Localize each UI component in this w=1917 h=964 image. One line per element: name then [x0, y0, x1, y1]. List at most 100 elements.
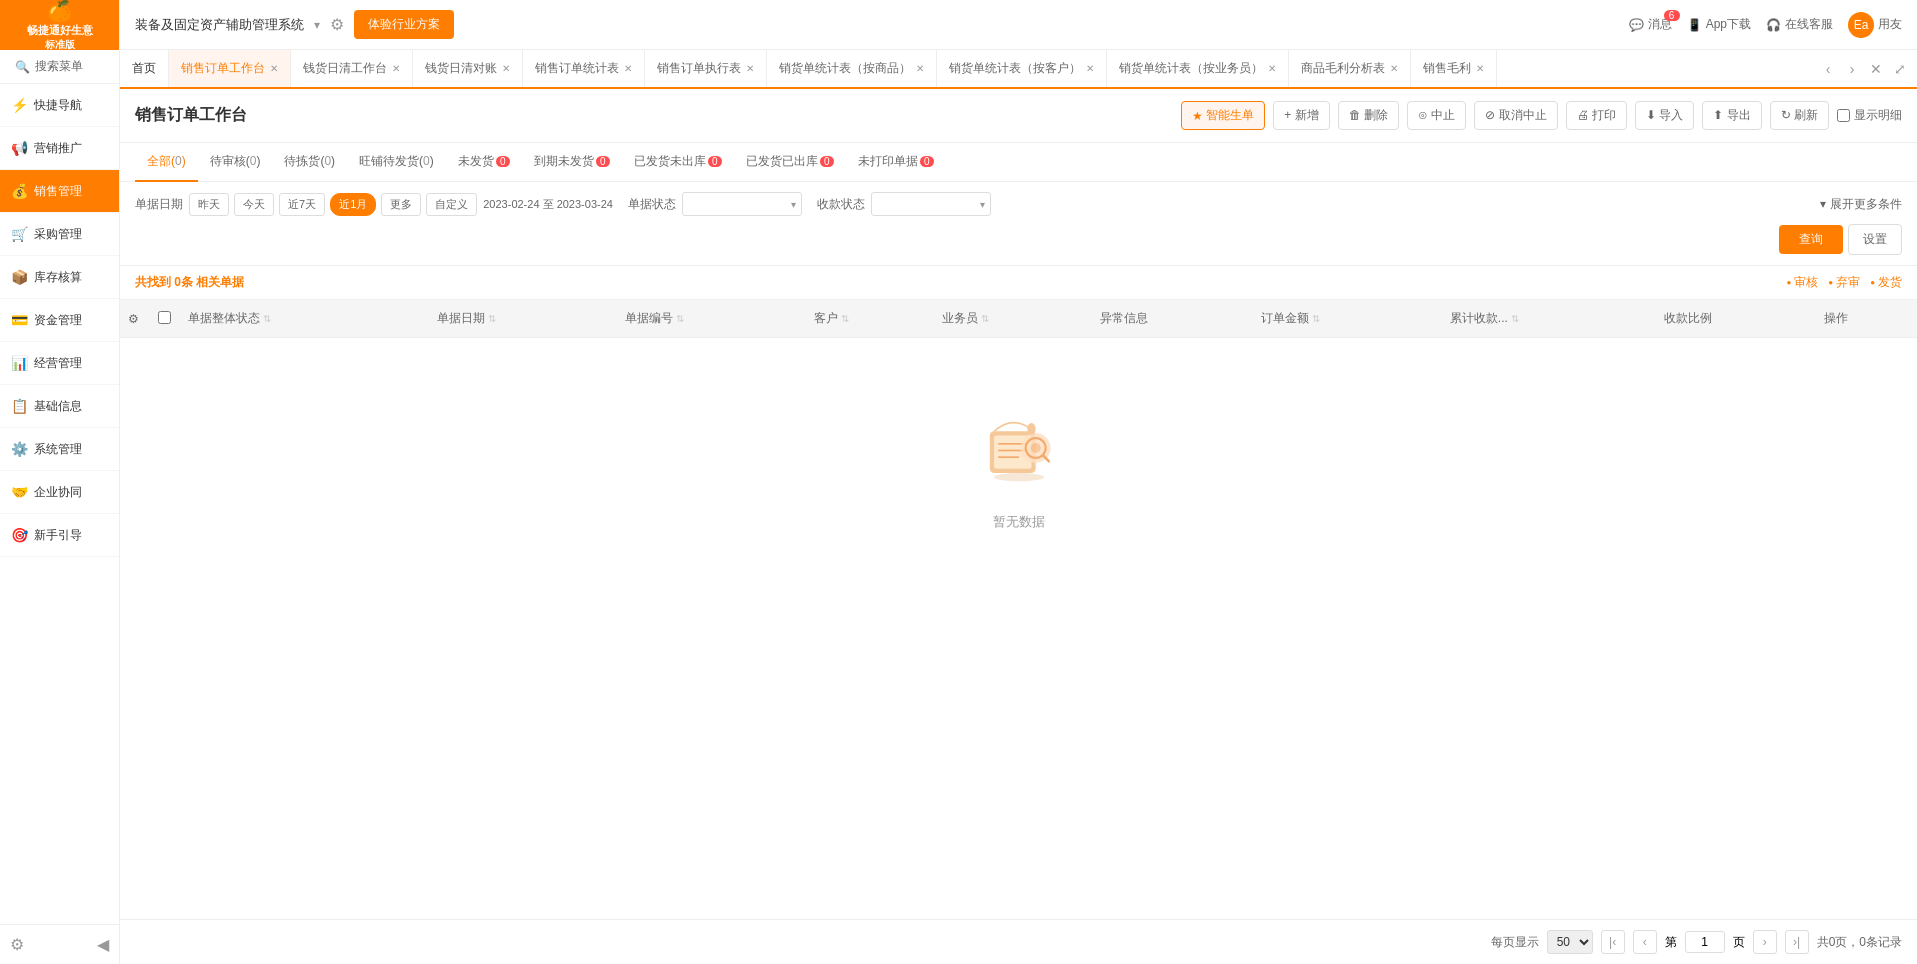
refresh-button[interactable]: ↻ 刷新 [1770, 101, 1829, 130]
user-item[interactable]: Ea 用友 [1848, 12, 1902, 38]
tab-gross-margin[interactable]: 商品毛利分析表 ✕ [1289, 50, 1411, 87]
prev-page-btn[interactable]: ‹ [1633, 930, 1657, 954]
tab-close-gross-margin[interactable]: ✕ [1390, 63, 1398, 74]
query-button[interactable]: 查询 [1779, 225, 1843, 254]
tab-close-sales-workbench[interactable]: ✕ [270, 63, 278, 74]
page-input[interactable] [1685, 931, 1725, 953]
cancel-review-action-btn[interactable]: 弃审 [1828, 274, 1860, 291]
new-button[interactable]: + 新增 [1273, 101, 1329, 130]
tab-close-all-btn[interactable]: ✕ [1864, 57, 1888, 81]
page-size-select[interactable]: 50 [1547, 930, 1593, 954]
date-btn-7days[interactable]: 近7天 [279, 193, 325, 216]
th-checkbox[interactable] [150, 300, 180, 338]
settings-icon[interactable]: ⚙ [10, 935, 24, 954]
online-service-item[interactable]: 🎧 在线客服 [1766, 16, 1833, 33]
export-button[interactable]: ⬆ 导出 [1702, 101, 1761, 130]
sub-tab-expired-not-shipped[interactable]: 到期未发货0 [522, 143, 622, 182]
tab-sales-workbench[interactable]: 销售订单工作台 ✕ [169, 50, 291, 89]
sidebar-item-guide[interactable]: 🎯 新手引导 [0, 514, 119, 557]
app-download-item[interactable]: 📱 App下载 [1687, 16, 1751, 33]
sub-tab-not-shipped[interactable]: 未发货0 [446, 143, 522, 182]
payment-select[interactable] [871, 192, 991, 216]
collapse-icon[interactable]: ◀ [97, 935, 109, 954]
tab-prev-btn[interactable]: ‹ [1816, 57, 1840, 81]
tab-next-btn[interactable]: › [1840, 57, 1864, 81]
date-btn-more[interactable]: 更多 [381, 193, 421, 216]
smart-create-button[interactable]: ★ 智能生单 [1181, 101, 1265, 130]
tab-close-sales-by-staff[interactable]: ✕ [1268, 63, 1276, 74]
sort-number-icon[interactable]: ⇅ [676, 313, 684, 324]
cancel-stop-button[interactable]: ⊘ 取消中止 [1474, 101, 1557, 130]
tab-fullscreen-btn[interactable]: ⤢ [1888, 57, 1912, 81]
table-header-row: ⚙ 单据整体状态⇅ 单据日期⇅ 单据编号⇅ 客户⇅ 业务员⇅ 异常信息 订单金额… [120, 300, 1917, 338]
th-exception: 异常信息 [1092, 300, 1253, 338]
tab-cash-reconcile[interactable]: 钱货日清对账 ✕ [413, 50, 523, 87]
ship-action-btn[interactable]: 发货 [1870, 274, 1902, 291]
tab-cash-daily[interactable]: 钱货日清工作台 ✕ [291, 50, 413, 87]
sort-customer-icon[interactable]: ⇅ [841, 313, 849, 324]
sub-tab-not-printed[interactable]: 未打印单据0 [846, 143, 946, 182]
message-item[interactable]: 💬 消息 6 [1629, 16, 1672, 33]
print-button[interactable]: 🖨 打印 [1566, 101, 1627, 130]
next-page-btn[interactable]: › [1753, 930, 1777, 954]
sort-date-icon[interactable]: ⇅ [488, 313, 496, 324]
sidebar-item-finance[interactable]: 💳 资金管理 [0, 299, 119, 342]
tab-close-cash-reconcile[interactable]: ✕ [502, 63, 510, 74]
search-label: 搜索菜单 [35, 58, 83, 75]
delete-button[interactable]: 🗑 删除 [1338, 101, 1399, 130]
tab-sales-by-staff[interactable]: 销货单统计表（按业务员） ✕ [1107, 50, 1289, 87]
sub-tab-pending-review[interactable]: 待审核(0) [198, 143, 273, 182]
sidebar-item-basic-info[interactable]: 📋 基础信息 [0, 385, 119, 428]
import-button[interactable]: ⬇ 导入 [1635, 101, 1694, 130]
date-btn-yesterday[interactable]: 昨天 [189, 193, 229, 216]
set-button[interactable]: 设置 [1848, 224, 1902, 255]
th-settings[interactable]: ⚙ [120, 300, 150, 338]
sort-salesperson-icon[interactable]: ⇅ [981, 313, 989, 324]
show-detail-label[interactable]: 显示明细 [1837, 107, 1902, 124]
tab-close-cash-daily[interactable]: ✕ [392, 63, 400, 74]
date-btn-today[interactable]: 今天 [234, 193, 274, 216]
tab-close-sales-by-product[interactable]: ✕ [916, 63, 924, 74]
sub-tab-shipped-not-out[interactable]: 已发货未出库0 [622, 143, 734, 182]
tab-sales-gross[interactable]: 销售毛利 ✕ [1411, 50, 1497, 87]
tab-close-sales-exec[interactable]: ✕ [746, 63, 754, 74]
sub-tab-wangpu-ship[interactable]: 旺铺待发货(0) [347, 143, 446, 182]
stop-button[interactable]: ⊙ 中止 [1407, 101, 1466, 130]
tab-sales-exec[interactable]: 销售订单执行表 ✕ [645, 50, 767, 87]
system-dropdown-icon[interactable]: ▾ [314, 18, 320, 32]
tab-sales-stat[interactable]: 销售订单统计表 ✕ [523, 50, 645, 87]
sidebar-item-enterprise[interactable]: 🤝 企业协同 [0, 471, 119, 514]
last-page-btn[interactable]: ›| [1785, 930, 1809, 954]
sort-amount-icon[interactable]: ⇅ [1312, 313, 1320, 324]
headset-icon: 🎧 [1766, 18, 1781, 32]
solution-button[interactable]: 体验行业方案 [354, 10, 454, 39]
sort-status-icon[interactable]: ⇅ [263, 313, 271, 324]
date-btn-custom[interactable]: 自定义 [426, 193, 477, 216]
status-select[interactable] [682, 192, 802, 216]
review-action-btn[interactable]: 审核 [1786, 274, 1818, 291]
sort-collected-icon[interactable]: ⇅ [1511, 313, 1519, 324]
system-gear-icon[interactable]: ⚙ [330, 15, 344, 34]
tab-close-sales-stat[interactable]: ✕ [624, 63, 632, 74]
sub-tab-all[interactable]: 全部(0) [135, 143, 198, 182]
sidebar-search[interactable]: 🔍 搜索菜单 [0, 50, 119, 84]
sidebar-item-operations[interactable]: 📊 经营管理 [0, 342, 119, 385]
tab-close-sales-by-customer[interactable]: ✕ [1086, 63, 1094, 74]
tab-sales-by-product[interactable]: 销货单统计表（按商品） ✕ [767, 50, 937, 87]
sidebar-item-inventory[interactable]: 📦 库存核算 [0, 256, 119, 299]
sub-tab-pending-pick[interactable]: 待拣货(0) [272, 143, 347, 182]
select-all-checkbox[interactable] [158, 311, 171, 324]
date-btn-1month[interactable]: 近1月 [330, 193, 376, 216]
sidebar-item-marketing[interactable]: 📢 营销推广 [0, 127, 119, 170]
expand-filter-btn[interactable]: ▾ 展开更多条件 [1820, 196, 1902, 213]
sub-tab-shipped-out[interactable]: 已发货已出库0 [734, 143, 846, 182]
sidebar-item-sales[interactable]: 💰 销售管理 [0, 170, 119, 213]
sidebar-item-system[interactable]: ⚙️ 系统管理 [0, 428, 119, 471]
tab-home[interactable]: 首页 [120, 50, 169, 87]
show-detail-checkbox[interactable] [1837, 109, 1850, 122]
tab-close-sales-gross[interactable]: ✕ [1476, 63, 1484, 74]
first-page-btn[interactable]: |‹ [1601, 930, 1625, 954]
sidebar-item-quick-nav[interactable]: ⚡ 快捷导航 [0, 84, 119, 127]
sidebar-item-purchase[interactable]: 🛒 采购管理 [0, 213, 119, 256]
tab-sales-by-customer[interactable]: 销货单统计表（按客户） ✕ [937, 50, 1107, 87]
